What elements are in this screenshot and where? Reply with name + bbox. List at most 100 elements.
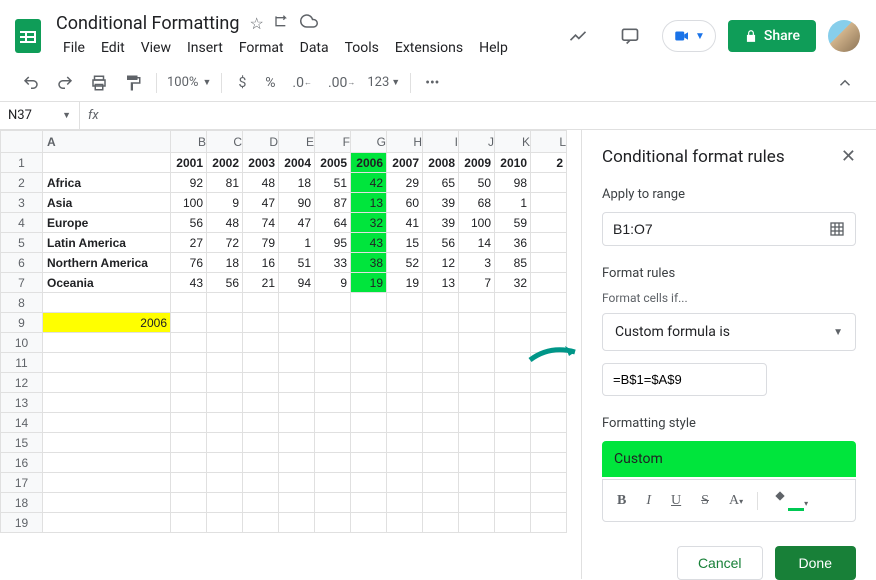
cell[interactable]	[423, 513, 459, 533]
cell[interactable]: 95	[315, 233, 351, 253]
row-header[interactable]: 19	[1, 513, 43, 533]
cell[interactable]	[495, 433, 531, 453]
cell[interactable]	[243, 333, 279, 353]
col-header[interactable]: C	[207, 131, 243, 153]
cell[interactable]	[43, 373, 171, 393]
cell[interactable]	[43, 493, 171, 513]
italic-icon[interactable]: I	[640, 489, 657, 513]
col-header[interactable]: A	[43, 131, 171, 153]
cell[interactable]	[423, 313, 459, 333]
cell[interactable]	[495, 393, 531, 413]
insights-icon[interactable]	[558, 16, 598, 56]
cell[interactable]	[279, 493, 315, 513]
cell[interactable]	[207, 473, 243, 493]
cell[interactable]	[171, 513, 207, 533]
cell[interactable]	[423, 413, 459, 433]
cell[interactable]: 74	[243, 213, 279, 233]
cell[interactable]: Oceania	[43, 273, 171, 293]
cell[interactable]: 21	[243, 273, 279, 293]
cell[interactable]	[351, 413, 387, 433]
cell[interactable]	[423, 453, 459, 473]
cell[interactable]	[243, 433, 279, 453]
cell[interactable]	[459, 453, 495, 473]
cell[interactable]: 3	[459, 253, 495, 273]
cell[interactable]	[243, 373, 279, 393]
cell[interactable]: 59	[495, 213, 531, 233]
cell[interactable]: 51	[279, 253, 315, 273]
cell[interactable]	[459, 353, 495, 373]
cell[interactable]	[387, 433, 423, 453]
col-header[interactable]: D	[243, 131, 279, 153]
col-header[interactable]: I	[423, 131, 459, 153]
cell[interactable]	[315, 373, 351, 393]
underline-icon[interactable]: U	[665, 489, 687, 513]
cell[interactable]	[279, 313, 315, 333]
row-header[interactable]: 3	[1, 193, 43, 213]
cell[interactable]	[459, 313, 495, 333]
cell[interactable]: 2007	[387, 153, 423, 173]
cell[interactable]	[531, 473, 567, 493]
menu-file[interactable]: File	[56, 36, 92, 60]
cell[interactable]: 38	[351, 253, 387, 273]
formula-field[interactable]	[602, 363, 767, 396]
cell[interactable]	[351, 473, 387, 493]
cell[interactable]: 12	[423, 253, 459, 273]
cell[interactable]: 43	[171, 273, 207, 293]
row-header[interactable]: 12	[1, 373, 43, 393]
row-header[interactable]: 1	[1, 153, 43, 173]
cell[interactable]: 2002	[207, 153, 243, 173]
cell[interactable]: 2010	[495, 153, 531, 173]
cell[interactable]	[351, 333, 387, 353]
cell[interactable]	[315, 393, 351, 413]
cell[interactable]	[531, 453, 567, 473]
row-header[interactable]: 17	[1, 473, 43, 493]
cell[interactable]: Europe	[43, 213, 171, 233]
cell[interactable]	[207, 493, 243, 513]
col-header[interactable]: F	[315, 131, 351, 153]
cell[interactable]	[531, 233, 567, 253]
cell[interactable]: 100	[171, 193, 207, 213]
col-header[interactable]: B	[171, 131, 207, 153]
row-header[interactable]: 2	[1, 173, 43, 193]
cell[interactable]: 65	[423, 173, 459, 193]
menu-format[interactable]: Format	[232, 36, 291, 60]
meet-button[interactable]: ▼	[662, 20, 716, 52]
cell[interactable]	[243, 513, 279, 533]
cell[interactable]	[351, 353, 387, 373]
menu-tools[interactable]: Tools	[338, 36, 386, 60]
cell[interactable]	[171, 453, 207, 473]
cell[interactable]	[459, 513, 495, 533]
cell[interactable]	[207, 313, 243, 333]
cell[interactable]: 98	[495, 173, 531, 193]
paint-format-icon[interactable]	[118, 71, 148, 95]
cell[interactable]: 7	[459, 273, 495, 293]
cell[interactable]	[423, 393, 459, 413]
cell[interactable]: 15	[387, 233, 423, 253]
collapse-icon[interactable]	[830, 71, 860, 95]
cell[interactable]: 18	[207, 253, 243, 273]
cell[interactable]	[423, 293, 459, 313]
cell[interactable]	[171, 413, 207, 433]
cell[interactable]	[531, 193, 567, 213]
cell[interactable]	[315, 313, 351, 333]
cell[interactable]	[459, 493, 495, 513]
cell[interactable]	[43, 473, 171, 493]
cell[interactable]	[171, 473, 207, 493]
cell[interactable]: 14	[459, 233, 495, 253]
cell[interactable]: 76	[171, 253, 207, 273]
cell[interactable]: 48	[207, 213, 243, 233]
star-icon[interactable]: ☆	[249, 14, 263, 33]
done-button[interactable]: Done	[775, 546, 856, 580]
cell[interactable]	[423, 333, 459, 353]
cell[interactable]	[207, 293, 243, 313]
currency-icon[interactable]: $	[230, 71, 254, 95]
row-header[interactable]: 11	[1, 353, 43, 373]
move-icon[interactable]	[274, 13, 290, 33]
cancel-button[interactable]: Cancel	[677, 546, 763, 580]
cell[interactable]	[279, 373, 315, 393]
cell[interactable]: 68	[459, 193, 495, 213]
menu-edit[interactable]: Edit	[94, 36, 132, 60]
cell[interactable]	[315, 473, 351, 493]
cell[interactable]	[43, 393, 171, 413]
cell[interactable]: 64	[315, 213, 351, 233]
